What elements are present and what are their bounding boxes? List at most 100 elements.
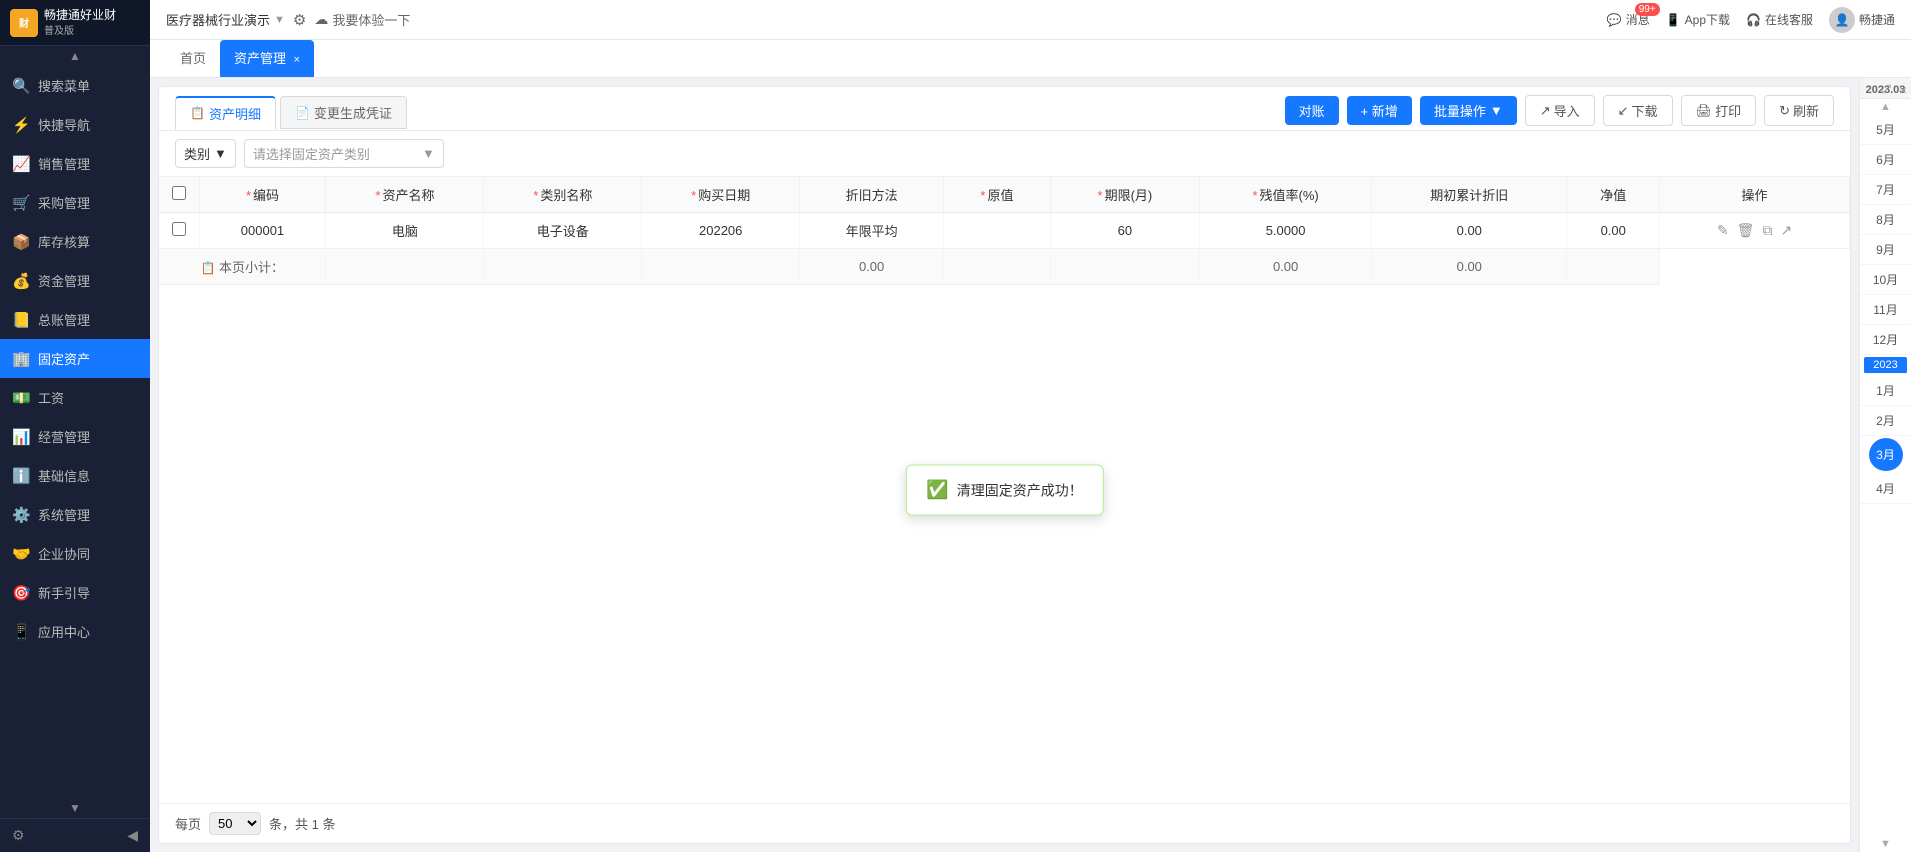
subtotal-net: 0.00 [1372,249,1567,285]
sidebar-scroll-down[interactable]: ▼ [0,798,150,818]
copy-icon[interactable]: ⧉ [1762,222,1772,239]
chevron-down-icon: ▼ [422,146,435,161]
col-residual-rate-label: 残值率(%) [1260,188,1319,203]
calendar-months: 5月 6月 7月 8月 9月 10月 11月 12月 2023 1月 2月 3月… [1860,115,1911,836]
category-filter[interactable]: 类别 ▼ [175,139,236,168]
subtab-asset-detail-label: 资产明细 [209,104,261,123]
subtotal-label-cell: 📋 本页小计： [159,249,326,285]
sidebar-item-fixed-assets[interactable]: 🏢 固定资产 [0,339,150,378]
col-net-value: 净值 [1567,177,1660,213]
sales-icon: 📈 [12,155,30,173]
print-btn[interactable]: 🖨 打印 [1681,95,1757,126]
calendar-scroll-down[interactable]: ▼ [1860,836,1911,852]
tab-asset-management[interactable]: 资产管理 × [220,40,314,77]
category-input[interactable]: 请选择固定资产类别 ▼ [244,139,444,168]
calendar-month-5[interactable]: 5月 [1860,115,1911,145]
delete-icon[interactable]: 🗑 [1737,222,1755,239]
sidebar-item-ledger[interactable]: 📒 总账管理 [0,300,150,339]
collapse-icon[interactable]: ◀ [127,827,138,844]
subtotal-empty1 [326,249,484,285]
tab-home[interactable]: 首页 [166,40,220,77]
import-btn[interactable]: ↗ 导入 [1525,95,1595,126]
sidebar-item-cooperation[interactable]: 🤝 企业协同 [0,534,150,573]
col-period-label: 期限(月) [1105,188,1153,203]
edit-icon[interactable]: ✎ [1717,222,1729,239]
company-selector[interactable]: 医疗器械行业演示 ▼ [166,10,285,29]
app-download-btn[interactable]: 📱 App下载 [1666,11,1730,28]
service-icon: 🎧 [1746,13,1761,27]
sidebar-item-sales[interactable]: 📈 销售管理 [0,144,150,183]
row-net-value: 0.00 [1567,213,1660,249]
calendar-scroll-up[interactable]: ▲ [1860,99,1911,115]
category-placeholder: 请选择固定资产类别 [253,144,370,163]
col-buy-date: *购买日期 [642,177,800,213]
more-icon[interactable]: ↗ [1780,222,1792,239]
subtab-voucher[interactable]: 📄 变更生成凭证 [280,96,407,129]
sidebar-item-app-center[interactable]: 📱 应用中心 [0,612,150,651]
calendar-expand-btn[interactable]: ⤢ [1881,82,1891,97]
feedback-btn[interactable]: ☁ 我要体验一下 [314,10,410,29]
sidebar-item-basics[interactable]: ℹ️ 基础信息 [0,456,150,495]
sidebar-item-quicknav[interactable]: ⚡ 快捷导航 [0,105,150,144]
download-btn[interactable]: ↙ 下载 [1603,95,1673,126]
settings-icon[interactable]: ⚙ [12,827,25,844]
row-select-cell[interactable] [159,213,199,249]
row-depreciation: 年限平均 [800,213,944,249]
calendar-month-3-active[interactable]: 3月 [1869,438,1903,472]
calendar-month-9[interactable]: 9月 [1860,235,1911,265]
message-btn[interactable]: 💬 消息 99+ [1607,11,1650,28]
gear-icon[interactable]: ⚙ [293,11,306,29]
calendar-month-11[interactable]: 11月 [1860,295,1911,325]
sidebar-item-system[interactable]: ⚙️ 系统管理 [0,495,150,534]
subtotal-initial: 0.00 [1200,249,1372,285]
calendar-month-8[interactable]: 8月 [1860,205,1911,235]
calendar-month-12[interactable]: 12月 [1860,325,1911,355]
calendar-month-1[interactable]: 1月 [1860,376,1911,406]
sidebar-scroll-up[interactable]: ▲ [0,46,150,66]
online-service-btn[interactable]: 🎧 在线客服 [1746,11,1813,28]
sidebar-item-guide[interactable]: 🎯 新手引导 [0,573,150,612]
select-all-checkbox[interactable] [172,186,186,200]
sidebar-item-inventory[interactable]: 📦 库存核算 [0,222,150,261]
sidebar-item-operations[interactable]: 📊 经营管理 [0,417,150,456]
row-initial-accumulated: 0.00 [1372,213,1567,249]
calendar-month-2[interactable]: 2月 [1860,406,1911,436]
capital-icon: 💰 [12,272,30,290]
batch-btn[interactable]: 批量操作 ▼ [1420,96,1517,125]
batch-label: 批量操作 [1434,101,1486,120]
calendar-month-10[interactable]: 10月 [1860,265,1911,295]
sidebar-item-capital[interactable]: 💰 资金管理 [0,261,150,300]
reconcile-btn[interactable]: 对账 [1285,96,1339,125]
sidebar-item-label: 新手引导 [38,583,90,602]
tab-close-icon[interactable]: × [294,54,300,66]
sidebar-item-search[interactable]: 🔍 搜索菜单 [0,66,150,105]
voucher-icon: 📄 [295,106,310,120]
guide-icon: 🎯 [12,584,30,602]
calendar-month-4[interactable]: 4月 [1860,474,1911,504]
app-logo-icon: 财 [10,9,38,37]
asset-table: *编码 *资产名称 *类别名称 *购买日期 折旧方法 *原值 *期限(月) *残… [159,177,1850,285]
main-area: 医疗器械行业演示 ▼ ⚙ ☁ 我要体验一下 💬 消息 99+ 📱 App下载 🎧… [150,0,1911,852]
toast-message: 清理固定资产成功！ [957,480,1083,500]
new-btn[interactable]: + 新增 [1347,96,1412,125]
calendar-close-btn[interactable]: × [1899,82,1907,98]
user-profile-btn[interactable]: 👤 畅捷通 [1829,7,1895,33]
download-icon: 📱 [1666,13,1681,27]
per-page-select[interactable]: 50 100 200 [209,812,261,835]
row-buy-date: 202206 [642,213,800,249]
page-content: 📋 资产明细 📄 变更生成凭证 对账 + 新增 批量操作 ▼ ↗ [150,78,1911,852]
col-name: *资产名称 [326,177,484,213]
row-checkbox[interactable] [172,222,186,236]
download-icon: ↙ [1618,103,1629,119]
subtabs: 📋 资产明细 📄 变更生成凭证 对账 + 新增 批量操作 ▼ ↗ [159,87,1850,131]
sidebar-header: 财 畅捷通好业财 普及版 [0,0,150,46]
select-all-header[interactable] [159,177,199,213]
sidebar-item-payroll[interactable]: 💵 工资 [0,378,150,417]
subtab-asset-detail[interactable]: 📋 资产明细 [175,96,276,130]
refresh-btn[interactable]: ↻ 刷新 [1764,95,1834,126]
sidebar-item-purchase[interactable]: 🛒 采购管理 [0,183,150,222]
calendar-month-6[interactable]: 6月 [1860,145,1911,175]
calendar-month-7[interactable]: 7月 [1860,175,1911,205]
sidebar-item-label: 企业协同 [38,544,90,563]
subtotal-empty4 [944,249,1051,285]
